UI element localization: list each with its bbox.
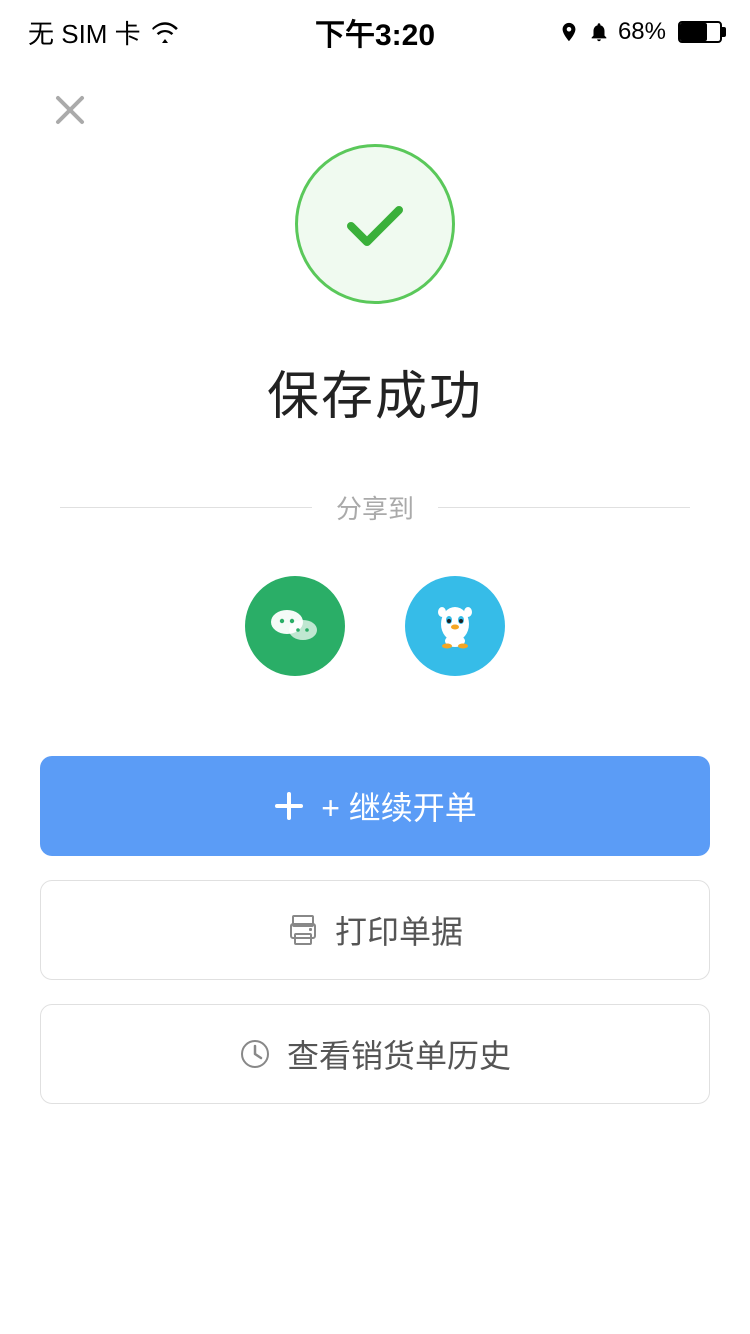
divider-line-right (438, 507, 690, 508)
checkmark-icon (335, 184, 415, 264)
history-icon (239, 1038, 271, 1070)
share-icons-container (245, 576, 505, 676)
print-button[interactable]: 打印单据 (40, 880, 710, 980)
wechat-share-button[interactable] (245, 576, 345, 676)
share-divider: 分享到 (0, 489, 750, 526)
status-bar: 无 SIM 卡 下午3:20 68% (0, 0, 750, 64)
close-button[interactable] (40, 80, 100, 140)
status-time: 下午3:20 (315, 10, 435, 54)
qq-icon (425, 596, 485, 656)
print-icon (287, 914, 319, 946)
battery-percent: 68% (618, 18, 666, 46)
battery-icon (678, 21, 722, 43)
location-icon (558, 21, 580, 43)
main-content: 保存成功 分享到 (0, 64, 750, 1104)
qq-share-button[interactable] (405, 576, 505, 676)
history-button[interactable]: 查看销货单历史 (40, 1004, 710, 1104)
divider-line-left (60, 507, 312, 508)
status-carrier: 无 SIM 卡 (28, 14, 179, 51)
status-right: 68% (558, 18, 722, 46)
print-label: 打印单据 (335, 907, 463, 953)
alarm-icon (588, 21, 610, 43)
plus-icon (273, 790, 305, 822)
carrier-text: 无 SIM 卡 (28, 14, 141, 51)
actions-container: + 继续开单 打印单据 查看销货单历史 (0, 756, 750, 1104)
continue-label: + 继续开单 (321, 783, 477, 829)
close-icon (50, 90, 90, 130)
history-label: 查看销货单历史 (287, 1031, 511, 1077)
share-label: 分享到 (312, 489, 438, 526)
success-title: 保存成功 (267, 354, 483, 429)
success-icon-circle (295, 144, 455, 304)
wifi-icon (151, 21, 179, 43)
wechat-icon (265, 596, 325, 656)
continue-button[interactable]: + 继续开单 (40, 756, 710, 856)
